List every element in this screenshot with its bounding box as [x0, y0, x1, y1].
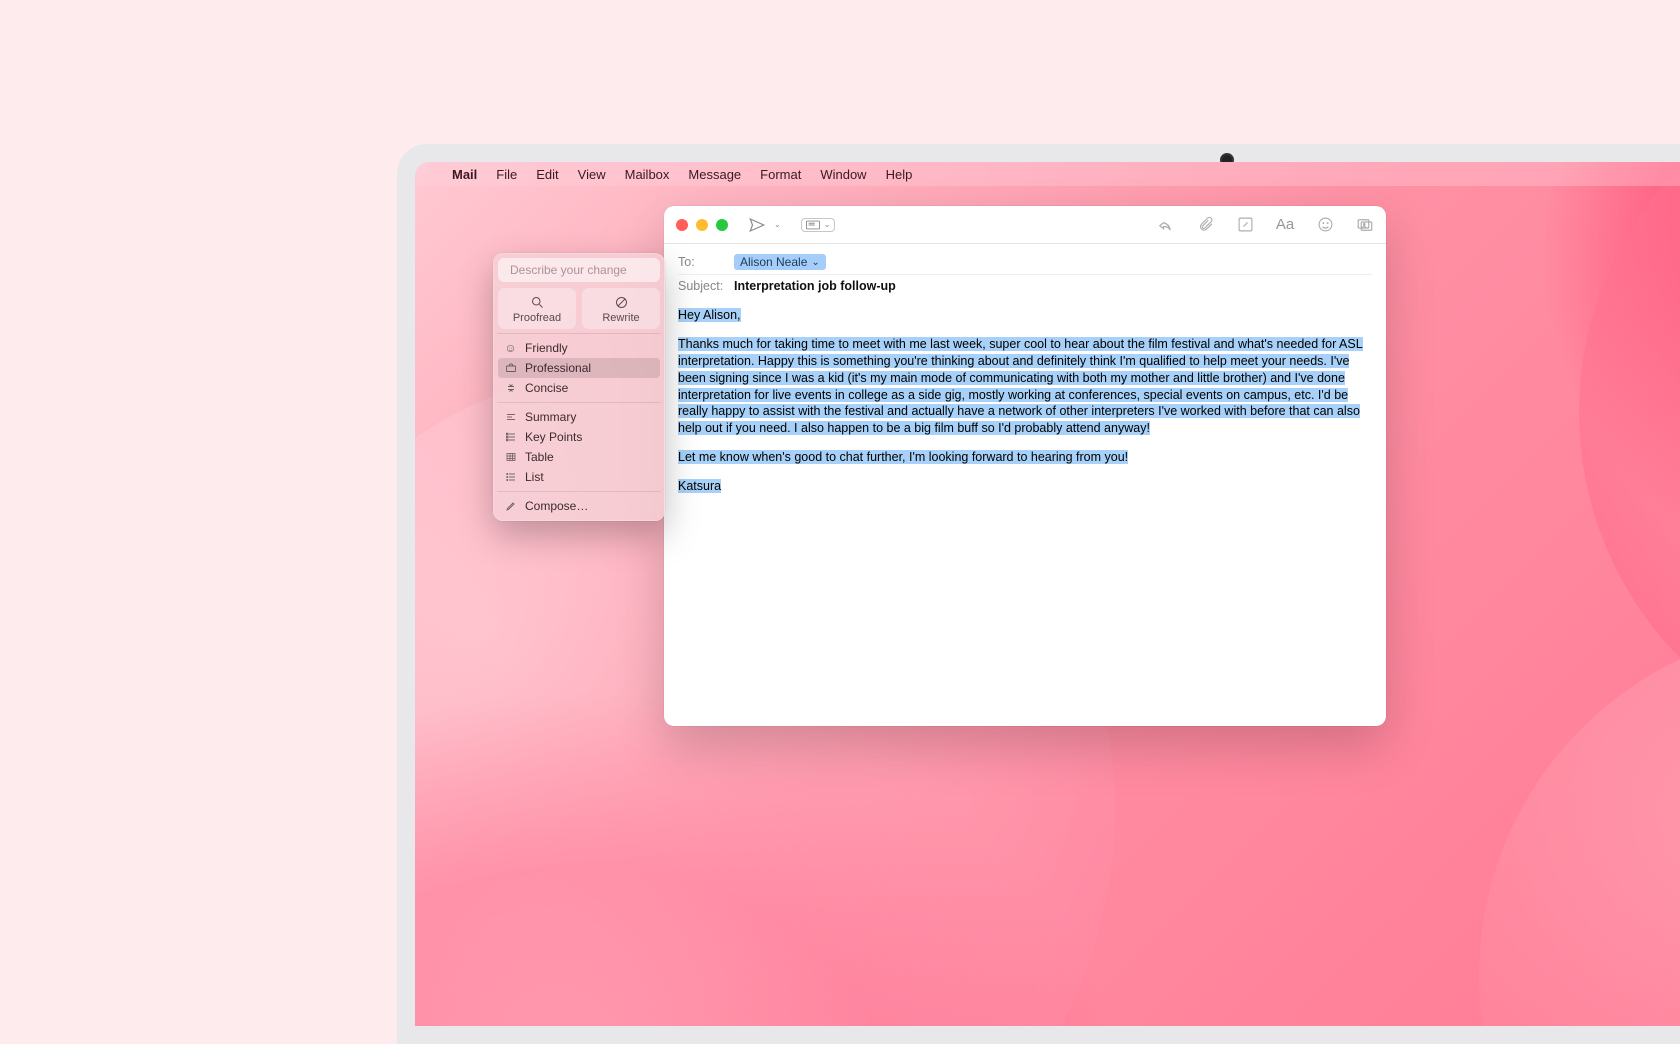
tone-concise[interactable]: Concise	[498, 378, 660, 398]
transform-summary[interactable]: Summary	[498, 407, 660, 427]
minimize-button[interactable]	[696, 219, 708, 231]
to-label: To:	[678, 255, 728, 269]
menubar-mailbox[interactable]: Mailbox	[625, 167, 670, 182]
desktop-wallpaper: Mail File Edit View Mailbox Message Form…	[415, 162, 1680, 1026]
paper-plane-icon	[748, 216, 766, 234]
tone-concise-label: Concise	[525, 381, 568, 395]
close-button[interactable]	[676, 219, 688, 231]
transform-list-label: List	[525, 470, 544, 484]
list-icon	[504, 471, 517, 483]
transform-list[interactable]: List	[498, 467, 660, 487]
transform-table-label: Table	[525, 450, 554, 464]
format-icon[interactable]: Aa	[1276, 216, 1294, 234]
menubar-view[interactable]: View	[578, 167, 606, 182]
menubar-help[interactable]: Help	[886, 167, 913, 182]
menubar-window[interactable]: Window	[820, 167, 866, 182]
collapse-icon	[504, 382, 517, 394]
compose-body[interactable]: Hey Alison, Thanks much for taking time …	[664, 297, 1386, 726]
tone-professional[interactable]: Professional	[498, 358, 660, 378]
keypoints-icon	[504, 431, 517, 443]
menubar-file[interactable]: File	[496, 167, 517, 182]
transform-keypoints[interactable]: Key Points	[498, 427, 660, 447]
menubar-format[interactable]: Format	[760, 167, 801, 182]
menubar-app[interactable]: Mail	[452, 167, 477, 182]
body-greeting: Hey Alison,	[678, 308, 741, 322]
header-fields-icon: ⌄	[801, 218, 836, 232]
smile-icon: ☺	[504, 341, 517, 355]
reply-icon[interactable]	[1156, 216, 1174, 234]
body-paragraph-2: Let me know when's good to chat further,…	[678, 450, 1128, 464]
send-button[interactable]: ⌄	[742, 214, 787, 236]
rewrite-button[interactable]: Rewrite	[582, 288, 660, 329]
attachment-icon[interactable]	[1196, 216, 1214, 234]
recipient-pill[interactable]: Alison Neale	[734, 254, 826, 270]
subject-label: Subject:	[678, 279, 728, 293]
describe-change-input[interactable]	[510, 263, 665, 277]
menubar-message[interactable]: Message	[688, 167, 741, 182]
writing-tools-popover: Proofread Rewrite ☺ Friendly Professiona…	[493, 253, 665, 521]
no-entry-icon	[613, 294, 629, 310]
tone-friendly-label: Friendly	[525, 341, 568, 355]
body-paragraph-1: Thanks much for taking time to meet with…	[678, 337, 1363, 435]
imac-frame: Mail File Edit View Mailbox Message Form…	[397, 144, 1680, 1044]
transform-keypoints-label: Key Points	[525, 430, 582, 444]
menubar-edit[interactable]: Edit	[536, 167, 558, 182]
emoji-icon[interactable]	[1316, 216, 1334, 234]
subject-value[interactable]: Interpretation job follow-up	[734, 279, 896, 293]
to-row[interactable]: To: Alison Neale	[678, 250, 1372, 275]
proofread-button[interactable]: Proofread	[498, 288, 576, 329]
photo-browser-icon[interactable]	[1356, 216, 1374, 234]
compose-headers: To: Alison Neale Subject: Interpretation…	[664, 244, 1386, 297]
window-controls	[676, 219, 728, 231]
markup-icon[interactable]	[1236, 216, 1254, 234]
transform-table[interactable]: Table	[498, 447, 660, 467]
zoom-button[interactable]	[716, 219, 728, 231]
summary-icon	[504, 411, 517, 423]
header-fields-button[interactable]: ⌄	[795, 216, 842, 234]
compose-window: ⌄ ⌄ Aa	[664, 206, 1386, 726]
body-signature: Katsura	[678, 479, 721, 493]
chevron-down-icon[interactable]: ⌄	[774, 220, 781, 229]
screen: Mail File Edit View Mailbox Message Form…	[415, 162, 1680, 1026]
chevron-down-icon: ⌄	[824, 220, 831, 229]
magnifier-icon	[529, 294, 545, 310]
transform-summary-label: Summary	[525, 410, 576, 424]
tone-professional-label: Professional	[525, 361, 591, 375]
tone-friendly[interactable]: ☺ Friendly	[498, 338, 660, 358]
compose-action-label: Compose…	[525, 499, 588, 513]
pencil-icon	[504, 500, 517, 512]
proofread-label: Proofread	[513, 312, 561, 324]
describe-change-field[interactable]	[498, 258, 660, 282]
compose-toolbar: ⌄ ⌄ Aa	[664, 206, 1386, 244]
briefcase-icon	[504, 362, 517, 374]
menubar: Mail File Edit View Mailbox Message Form…	[415, 162, 1680, 186]
table-icon	[504, 451, 517, 463]
compose-action[interactable]: Compose…	[498, 496, 660, 516]
subject-row[interactable]: Subject: Interpretation job follow-up	[678, 275, 1372, 297]
rewrite-label: Rewrite	[602, 312, 639, 324]
